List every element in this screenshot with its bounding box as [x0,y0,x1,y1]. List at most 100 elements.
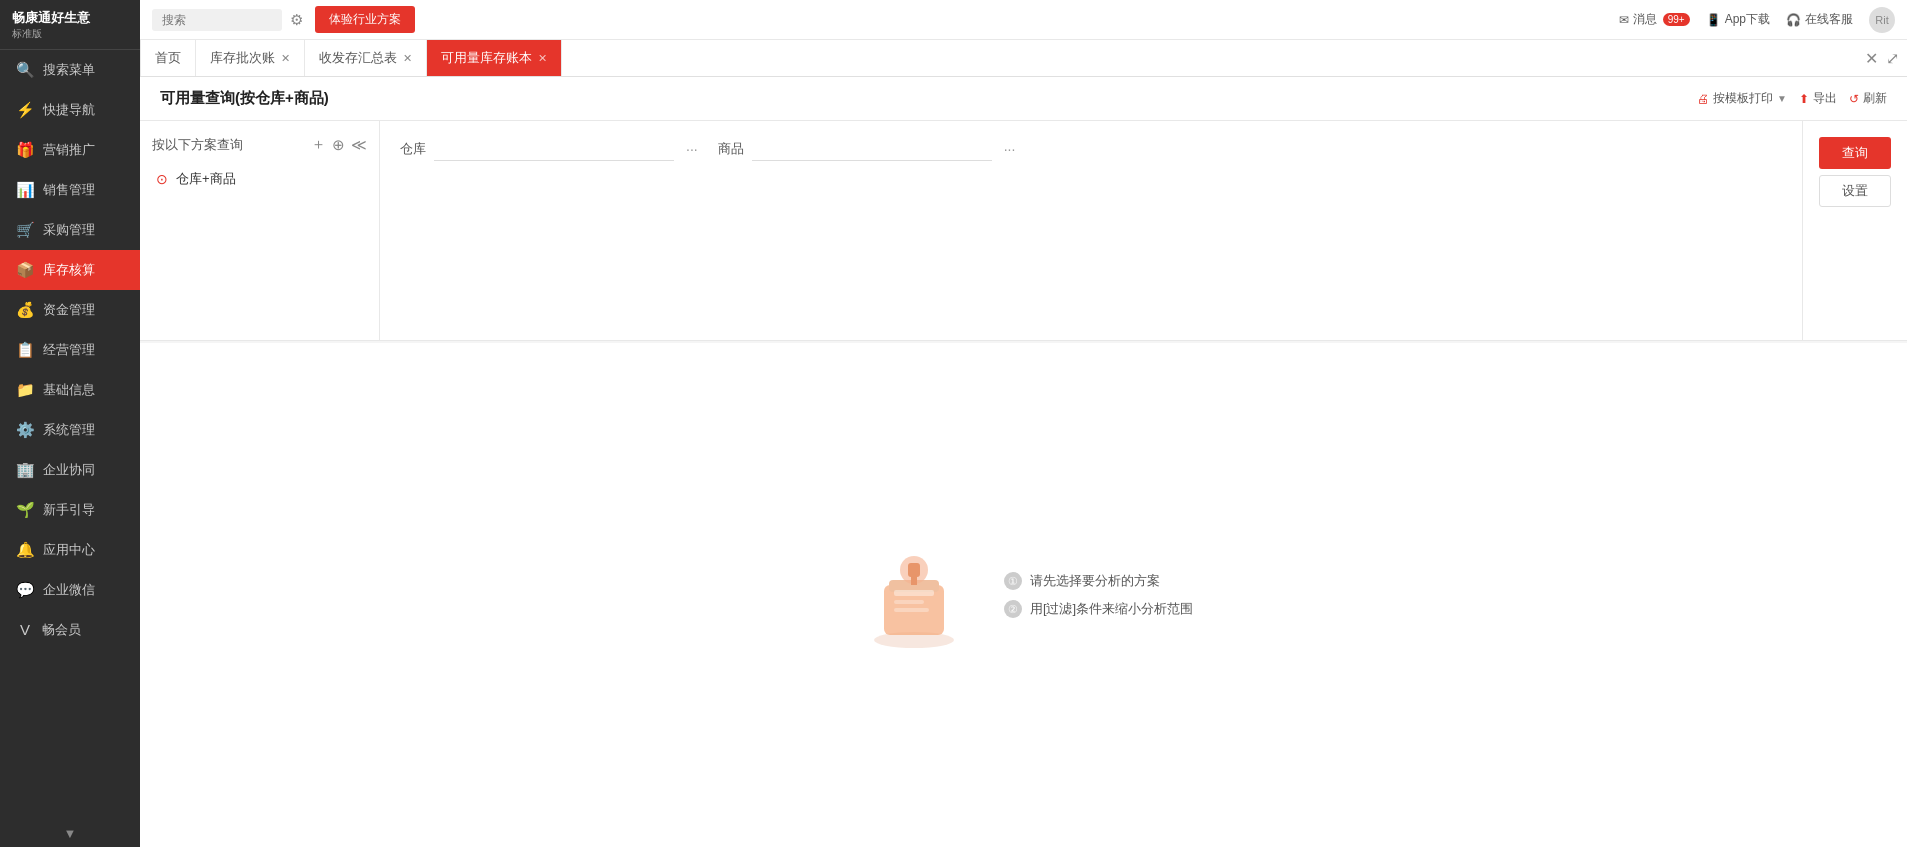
sidebar-item-purchase[interactable]: 🛒采购管理 [0,210,140,250]
sidebar-item-basic[interactable]: 📁 基础信息 [0,370,140,410]
sidebar-icon-system: ⚙️ [16,421,35,439]
logo-sub: 标准版 [12,27,128,41]
sidebar-item-newbie[interactable]: 🌱新手引导 [0,490,140,530]
tab-close-batch[interactable]: ✕ [281,52,290,65]
online-service-item[interactable]: 🎧 在线客服 [1786,11,1853,28]
tab-summary[interactable]: 收发存汇总表 ✕ [305,40,427,76]
main-area: ⚙ 体验行业方案 ✉ 消息 99+ 📱 App下载 🎧 在线客服 Rit [140,0,1907,847]
sidebar-item-shortcut[interactable]: ⚡快捷导航 [0,90,140,130]
avatar: Rit [1869,7,1895,33]
tip-text-2: 用[过滤]条件来缩小分析范围 [1030,600,1193,618]
logo-title: 畅康通好生意 [12,10,128,27]
topbar: ⚙ 体验行业方案 ✉ 消息 99+ 📱 App下载 🎧 在线客服 Rit [140,0,1907,40]
tab-batch[interactable]: 库存批次账 ✕ [196,40,305,76]
scheme-actions: ＋ ⊕ ≪ [311,135,367,154]
add-scheme-icon[interactable]: ＋ [311,135,326,154]
tab-label-summary: 收发存汇总表 [319,49,397,67]
sidebar-label-basic: 基础信息 [43,381,95,399]
product-input[interactable] [752,137,992,161]
sidebar-icon-search: 🔍 [16,61,35,79]
warehouse-input[interactable] [434,137,674,161]
expand-icon[interactable]: ⤢ [1886,49,1899,68]
gear-icon[interactable]: ⚙ [290,11,303,29]
sidebar-label-system: 系统管理 [43,421,95,439]
query-scheme-header: 按以下方案查询 ＋ ⊕ ≪ [140,131,379,162]
sidebar-item-wechat[interactable]: 💬企业微信 [0,570,140,610]
app-download-label: App下载 [1725,11,1770,28]
sidebar-item-appstore[interactable]: 🔔 应用中心 [0,530,140,570]
sidebar-icon-finance: 💰 [16,301,35,319]
warehouse-filter: 仓库 ··· [400,137,698,161]
app-download-item[interactable]: 📱 App下载 [1706,11,1770,28]
collapse-icon[interactable]: ≪ [351,136,367,154]
svg-rect-8 [911,577,917,585]
print-button[interactable]: 🖨 按模板打印 ▼ [1697,90,1787,107]
svg-rect-4 [894,600,924,604]
empty-tips: ① 请先选择要分析的方案 ② 用[过滤]条件来缩小分析范围 [1004,572,1193,618]
svg-rect-5 [894,608,929,612]
sidebar-logo: 畅康通好生意 标准版 [0,0,140,50]
export-button[interactable]: ⬆ 导出 [1799,90,1837,107]
sidebar-icon-newbie: 🌱 [16,501,35,519]
online-service-label: 在线客服 [1805,11,1853,28]
sidebar-icon-basic: 📁 [16,381,35,399]
filter-row: 仓库 ··· 商品 ··· [400,137,1782,161]
refresh-icon: ↺ [1849,92,1859,106]
sidebar-scroll-down[interactable]: ▼ [0,820,140,847]
message-item[interactable]: ✉ 消息 99+ [1619,11,1690,28]
product-label: 商品 [718,140,744,158]
sidebar-item-enterprise[interactable]: 🏢企业协同 [0,450,140,490]
page-title: 可用量查询(按仓库+商品) [160,89,329,108]
print-icon: 🖨 [1697,92,1709,106]
tab-available[interactable]: 可用量库存账本✕ [427,40,562,76]
tab-label-batch: 库存批次账 [210,49,275,67]
page-header: 可用量查询(按仓库+商品) 🖨 按模板打印 ▼ ⬆ 导出 ↺ 刷新 [140,77,1907,121]
close-tab-icon[interactable]: ✕ [1865,49,1878,68]
sidebar-item-operation[interactable]: 📋经营管理 [0,330,140,370]
sidebar-item-search[interactable]: 🔍 搜索菜单 [0,50,140,90]
setting-button[interactable]: 设置 [1819,175,1891,207]
product-more-icon[interactable]: ··· [1004,141,1016,157]
sidebar-icon-shortcut: ⚡ [16,101,35,119]
sidebar-label-inventory: 库存核算 [43,261,95,279]
trial-button[interactable]: 体验行业方案 [315,6,415,33]
sidebar-item-sales[interactable]: 📊销售管理 [0,170,140,210]
sidebar-item-finance[interactable]: 💰 资金管理 [0,290,140,330]
scheme-icon: ⊙ [156,171,168,187]
warehouse-label: 仓库 [400,140,426,158]
sidebar-icon-purchase: 🛒 [16,221,35,239]
scheme-header-label: 按以下方案查询 [152,136,243,154]
tip-item-1: ① 请先选择要分析的方案 [1004,572,1193,590]
message-badge: 99+ [1663,13,1690,26]
sidebar-icon-enterprise: 🏢 [16,461,35,479]
tab-close-summary[interactable]: ✕ [403,52,412,65]
sidebar-item-inventory[interactable]: 📦库存核算 [0,250,140,290]
sidebar-label-operation: 经营管理 [43,341,95,359]
chevron-down-icon: ▼ [1777,93,1787,104]
search-input[interactable] [152,9,282,31]
sidebar-label-search: 搜索菜单 [43,61,95,79]
tip-num-1: ① [1004,572,1022,590]
empty-state: ① 请先选择要分析的方案 ② 用[过滤]条件来缩小分析范围 [140,343,1907,847]
svg-rect-3 [894,590,934,596]
query-buttons: 查询 设置 [1802,121,1907,340]
tab-home[interactable]: 首页 [140,40,196,76]
refresh-button[interactable]: ↺ 刷新 [1849,90,1887,107]
warehouse-more-icon[interactable]: ··· [686,141,698,157]
user-item[interactable]: Rit [1869,7,1895,33]
scheme-item[interactable]: ⊙ 仓库+商品 [140,162,379,196]
tip-text-1: 请先选择要分析的方案 [1030,572,1160,590]
topbar-right: ✉ 消息 99+ 📱 App下载 🎧 在线客服 Rit [1619,7,1895,33]
scheme-label: 仓库+商品 [176,170,236,188]
sidebar-item-marketing[interactable]: 🎁营销推广 [0,130,140,170]
tab-close-available[interactable]: ✕ [538,52,547,65]
sidebar-item-member[interactable]: V畅会员 [0,610,140,650]
settings-scheme-icon[interactable]: ⊕ [332,136,345,154]
query-button[interactable]: 查询 [1819,137,1891,169]
sidebar-label-finance: 资金管理 [43,301,95,319]
sidebar-item-system[interactable]: ⚙️ 系统管理 [0,410,140,450]
sidebar-label-member: 畅会员 [42,621,81,639]
sidebar-label-appstore: 应用中心 [43,541,95,559]
export-label: 导出 [1813,90,1837,107]
sidebar-icon-appstore: 🔔 [16,541,35,559]
